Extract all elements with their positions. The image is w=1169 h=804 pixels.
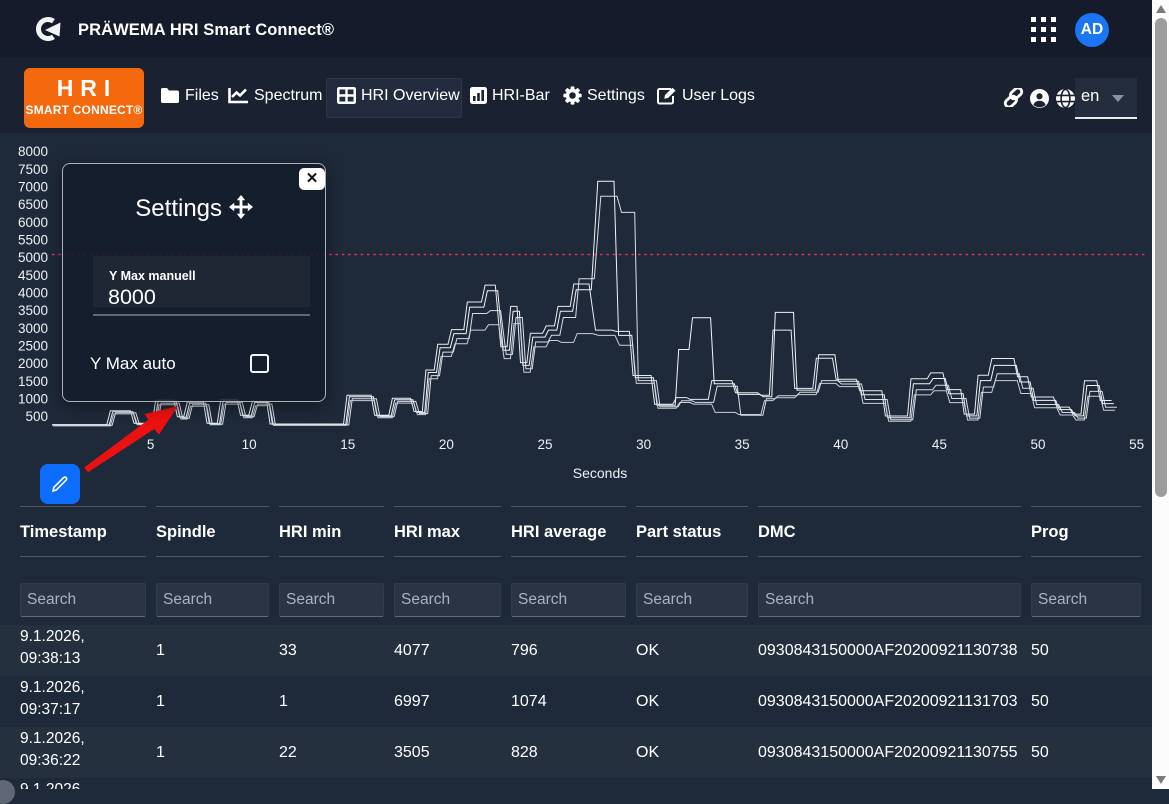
svg-text:2000: 2000 [18, 356, 48, 371]
svg-text:25: 25 [537, 437, 552, 452]
svg-text:1500: 1500 [18, 374, 48, 389]
svg-text:35: 35 [735, 437, 750, 452]
svg-text:7500: 7500 [18, 162, 48, 177]
svg-text:1000: 1000 [18, 392, 48, 407]
svg-text:45: 45 [932, 437, 947, 452]
svg-text:7000: 7000 [18, 180, 48, 195]
svg-text:4000: 4000 [18, 286, 48, 301]
svg-text:50: 50 [1030, 437, 1045, 452]
svg-text:3500: 3500 [18, 303, 48, 318]
svg-text:500: 500 [25, 409, 48, 424]
svg-text:8000: 8000 [18, 144, 48, 159]
svg-text:15: 15 [340, 437, 355, 452]
svg-text:6500: 6500 [18, 197, 48, 212]
svg-text:6000: 6000 [18, 215, 48, 230]
svg-text:4500: 4500 [18, 268, 48, 283]
svg-text:10: 10 [242, 437, 257, 452]
svg-text:5500: 5500 [18, 233, 48, 248]
svg-text:5000: 5000 [18, 250, 48, 265]
svg-text:3000: 3000 [18, 321, 48, 336]
svg-text:55: 55 [1129, 437, 1144, 452]
svg-text:20: 20 [439, 437, 454, 452]
svg-text:30: 30 [636, 437, 651, 452]
svg-text:2500: 2500 [18, 339, 48, 354]
svg-text:40: 40 [833, 437, 848, 452]
